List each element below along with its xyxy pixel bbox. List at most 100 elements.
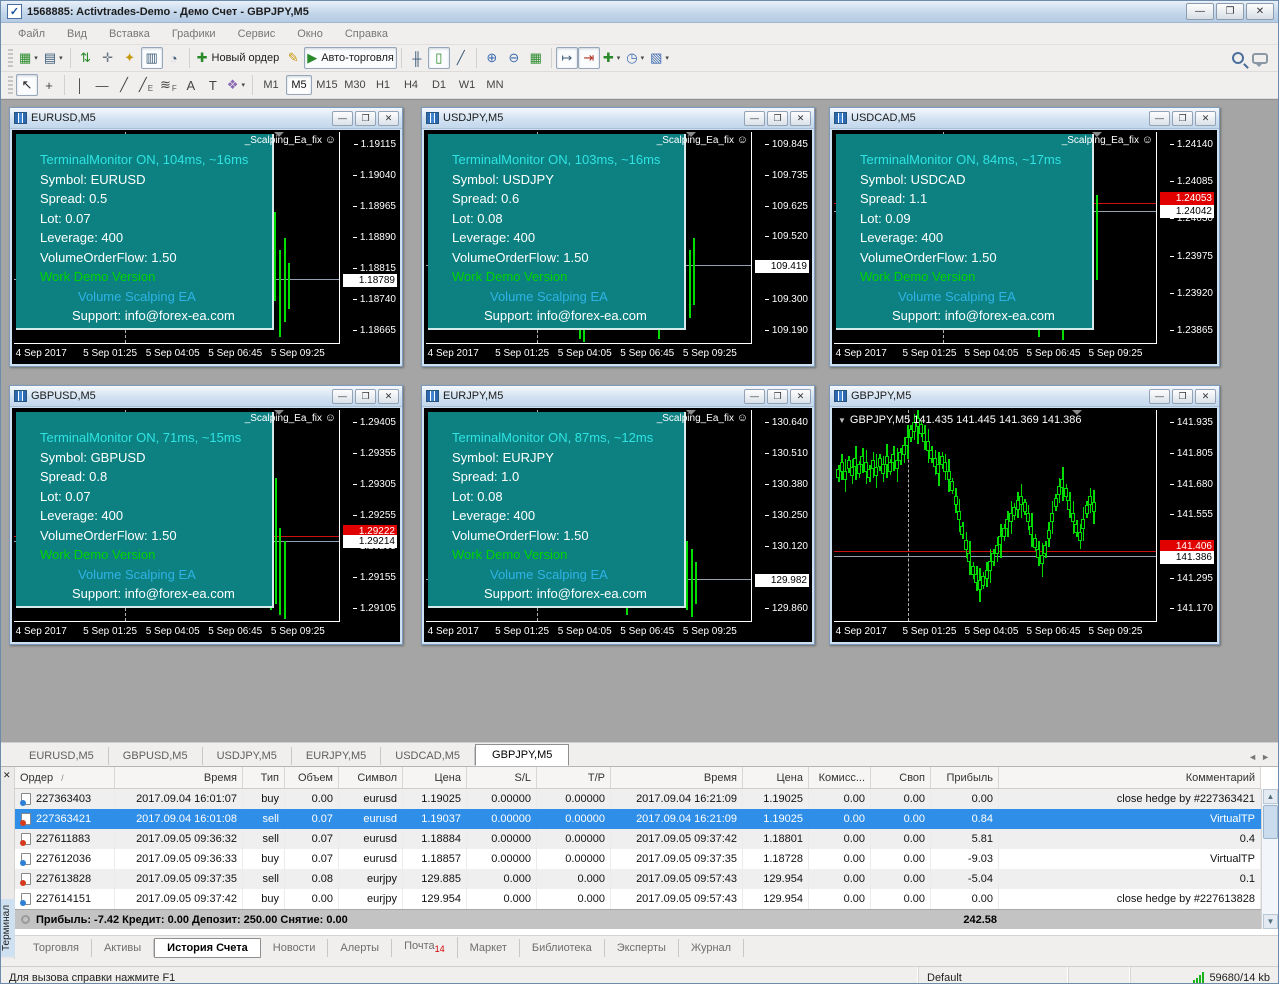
timeframe-h4[interactable]: H4 — [398, 75, 424, 95]
column-header-symbol[interactable]: Символ — [339, 767, 403, 788]
indicators-icon-dropdown-icon[interactable]: ▾ — [617, 54, 621, 62]
profiles-icon-dropdown-icon[interactable]: ▾ — [59, 54, 63, 62]
chart-window-eurjpy[interactable]: EURJPY,M5 — ❐ ✕ TerminalMonitor ON, 87ms, ~1… — [421, 385, 815, 645]
restore-button[interactable]: ❐ — [1216, 3, 1244, 20]
autoscroll-icon[interactable]: ↦ — [555, 47, 578, 69]
chart-window-titlebar[interactable]: GBPUSD,M5 — ❐ ✕ — [10, 386, 402, 407]
arrows-tool[interactable]: ❖ ▾ — [224, 74, 248, 96]
column-header-price[interactable]: Цена — [403, 767, 467, 788]
ea-smiley-icon[interactable]: ☺ — [1142, 134, 1153, 146]
vertical-line-tool[interactable]: │ — [69, 74, 91, 96]
terminal-tab-эксперты[interactable]: Эксперты — [605, 938, 679, 957]
templates-icon[interactable]: ▧ ▾ — [647, 47, 672, 69]
tab-scroll-right-icon[interactable]: ► — [1261, 752, 1270, 762]
column-header-sl[interactable]: S/L — [467, 767, 537, 788]
data-window-icon[interactable]: ✛ — [97, 47, 119, 69]
horizontal-line-tool[interactable]: — — [91, 74, 113, 96]
tester-icon[interactable]: ◔ — [163, 47, 185, 69]
chart-minimize-button[interactable]: — — [332, 110, 353, 126]
column-header-time[interactable]: Время — [115, 767, 243, 788]
line-chart-icon[interactable]: ╱ — [450, 47, 472, 69]
terminal-icon[interactable]: ▥ — [140, 47, 163, 69]
chart-tab-eurjpy[interactable]: EURJPY,M5 — [292, 747, 382, 765]
chart-window-titlebar[interactable]: GBPJPY,M5 — ❐ ✕ — [830, 386, 1219, 407]
timeframe-w1[interactable]: W1 — [454, 75, 480, 95]
column-header-swap[interactable]: Своп — [871, 767, 931, 788]
price-axis[interactable]: 109.845 109.735 109.625 109.520 109.300 109.1… — [752, 132, 810, 344]
table-row[interactable]: 227611883 2017.09.05 09:36:32 sell 0.07 euru… — [15, 829, 1261, 849]
templates-icon-dropdown-icon[interactable]: ▾ — [665, 54, 669, 62]
column-header-price2[interactable]: Цена — [743, 767, 809, 788]
chart-restore-button[interactable]: ❐ — [355, 110, 376, 126]
navigator-icon[interactable]: ✦ — [119, 47, 141, 69]
chart-plot-area[interactable]: TerminalMonitor ON, 71ms, ~15ms Symbol: G… — [14, 410, 340, 622]
zoom-out-icon[interactable]: ⊖ — [503, 47, 525, 69]
cursor-tool[interactable]: ↖ — [16, 74, 38, 96]
scroll-thumb[interactable] — [1263, 805, 1278, 839]
timeframe-m30[interactable]: M30 — [342, 75, 368, 95]
chart-minimize-button[interactable]: — — [744, 388, 765, 404]
search-icon[interactable] — [1232, 52, 1244, 64]
table-row[interactable]: 227614151 2017.09.05 09:37:42 buy 0.00 eurjp… — [15, 889, 1261, 909]
new-chart-icon[interactable]: ▦ ▾ — [16, 47, 41, 69]
chart-restore-button[interactable]: ❐ — [355, 388, 376, 404]
price-axis[interactable]: 130.640 130.510 130.380 130.250 130.120 129.8… — [752, 410, 810, 622]
menu-item-2[interactable]: Вставка — [98, 25, 161, 43]
periods-icon-dropdown-icon[interactable]: ▾ — [641, 54, 645, 62]
ea-smiley-icon[interactable]: ☺ — [737, 412, 748, 424]
timeframe-m5[interactable]: M5 — [285, 75, 312, 95]
ea-smiley-icon[interactable]: ☺ — [325, 134, 336, 146]
table-row[interactable]: 227363403 2017.09.04 16:01:07 buy 0.00 eurus… — [15, 789, 1261, 809]
chart-window-titlebar[interactable]: EURJPY,M5 — ❐ ✕ — [422, 386, 814, 407]
status-profile[interactable]: Default — [918, 967, 1068, 983]
minimize-button[interactable]: — — [1186, 3, 1214, 20]
timeframe-d1[interactable]: D1 — [426, 75, 452, 95]
trendline-tool[interactable]: ╱ — [113, 74, 135, 96]
ea-smiley-icon[interactable]: ☺ — [737, 134, 748, 146]
terminal-tab-почта[interactable]: Почта14 — [392, 937, 458, 958]
chart-plot-area[interactable]: TerminalMonitor ON, 103ms, ~16ms Symbol: … — [426, 132, 752, 344]
time-axis[interactable]: 4 Sep 2017 5 Sep 01:25 5 Sep 04:05 5 Sep 06… — [834, 345, 1157, 362]
symbol-dropdown-icon[interactable]: ▼ — [838, 416, 846, 425]
table-row[interactable]: 227612036 2017.09.05 09:36:33 buy 0.07 eurus… — [15, 849, 1261, 869]
market-watch-icon[interactable]: ⇅ — [75, 47, 97, 69]
chart-window-gbpusd[interactable]: GBPUSD,M5 — ❐ ✕ TerminalMonitor ON, 71ms, ~1… — [9, 385, 403, 645]
chart-plot-area[interactable]: TerminalMonitor ON, 104ms, ~16ms Symbol: … — [14, 132, 340, 344]
autotrade-button[interactable]: ▶ Авто-торговля — [304, 47, 397, 69]
chart-tab-gbpjpy[interactable]: GBPJPY,M5 — [475, 744, 570, 766]
menu-item-6[interactable]: Справка — [334, 25, 399, 43]
column-header-profit[interactable]: Прибыль — [931, 767, 999, 788]
metaeditor-icon[interactable]: ✎ — [282, 47, 304, 69]
column-header-commission[interactable]: Комисс... — [809, 767, 871, 788]
chart-close-button[interactable]: ✕ — [790, 388, 811, 404]
fibonacci-tool[interactable]: ≋ F — [157, 74, 180, 96]
bar-chart-icon[interactable]: ╫ — [406, 47, 428, 69]
terminal-tab-журнал[interactable]: Журнал — [679, 938, 745, 957]
channel-tool[interactable]: ╱ E — [135, 74, 157, 96]
time-axis[interactable]: 4 Sep 2017 5 Sep 01:25 5 Sep 04:05 5 Sep 06… — [834, 623, 1157, 640]
chart-body[interactable]: TerminalMonitor ON, 71ms, ~15ms Symbol: G… — [12, 408, 400, 642]
column-header-order[interactable]: Ордер / — [15, 767, 115, 788]
chart-body[interactable]: TerminalMonitor ON, 103ms, ~16ms Symbol: … — [424, 130, 812, 364]
new-order-button[interactable]: ✚ Новый ордер — [194, 47, 283, 69]
terminal-tab-алерты[interactable]: Алерты — [328, 938, 393, 957]
chart-close-button[interactable]: ✕ — [790, 110, 811, 126]
chart-body[interactable]: TerminalMonitor ON, 104ms, ~16ms Symbol: … — [12, 130, 400, 364]
timeframe-m15[interactable]: M15 — [314, 75, 340, 95]
menu-item-5[interactable]: Окно — [286, 25, 334, 43]
table-row[interactable]: 227363421 2017.09.04 16:01:08 sell 0.07 euru… — [15, 809, 1261, 829]
timeframe-h1[interactable]: H1 — [370, 75, 396, 95]
chart-window-titlebar[interactable]: EURUSD,M5 — ❐ ✕ — [10, 108, 402, 129]
table-row[interactable]: 227613828 2017.09.05 09:37:35 sell 0.08 eurj… — [15, 869, 1261, 889]
candle-chart-icon[interactable]: ▯ — [427, 47, 450, 69]
chart-minimize-button[interactable]: — — [1149, 388, 1170, 404]
chart-body[interactable]: TerminalMonitor ON, 84ms, ~17ms Symbol: U… — [832, 130, 1217, 364]
chart-minimize-button[interactable]: — — [1149, 110, 1170, 126]
chart-window-usdjpy[interactable]: USDJPY,M5 — ❐ ✕ TerminalMonitor ON, 103ms, ~… — [421, 107, 815, 367]
chart-window-titlebar[interactable]: USDCAD,M5 — ❐ ✕ — [830, 108, 1219, 129]
chart-restore-button[interactable]: ❐ — [767, 110, 788, 126]
price-axis[interactable]: 1.294051.293551.293051.292551.292051.291… — [340, 410, 398, 622]
time-axis[interactable]: 4 Sep 2017 5 Sep 01:25 5 Sep 04:05 5 Sep 06… — [426, 623, 752, 640]
column-header-comment[interactable]: Комментарий — [999, 767, 1261, 788]
chart-close-button[interactable]: ✕ — [378, 388, 399, 404]
